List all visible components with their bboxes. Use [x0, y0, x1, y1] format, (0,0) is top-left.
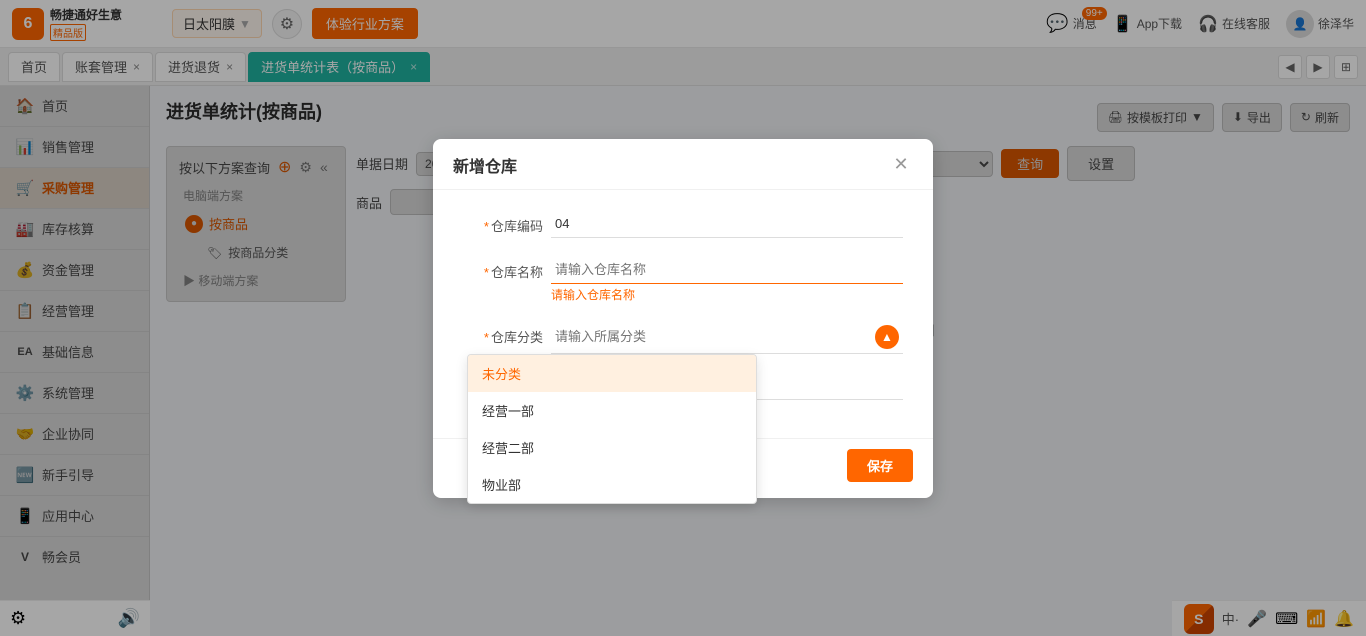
classify-input-row: ▲: [551, 321, 903, 354]
warehouse-name-error: 请输入仓库名称: [551, 286, 903, 303]
warehouse-name-row: 仓库名称 请输入仓库名称: [463, 256, 903, 303]
warehouse-classify-row: 仓库分类 ▲ 未分类 经营一部 经营二部 物业部: [463, 321, 903, 354]
classify-arrow-btn[interactable]: ▲: [875, 325, 899, 349]
warehouse-code-row: 仓库编码: [463, 210, 903, 238]
warehouse-name-field: 请输入仓库名称: [551, 256, 903, 303]
dropdown-item-3[interactable]: 物业部: [468, 466, 756, 503]
warehouse-code-input[interactable]: [551, 210, 903, 238]
warehouse-name-input[interactable]: [551, 256, 903, 284]
classify-dropdown: 未分类 经营一部 经营二部 物业部: [467, 354, 757, 504]
new-warehouse-modal: 新增仓库 ✕ 仓库编码 仓库名称 请输入仓库名称 仓库分类: [433, 139, 933, 498]
warehouse-name-label: 仓库名称: [463, 256, 543, 281]
classify-input[interactable]: [555, 327, 875, 346]
modal-title: 新增仓库: [453, 153, 517, 177]
save-button[interactable]: 保存: [847, 449, 913, 482]
modal-header: 新增仓库 ✕: [433, 139, 933, 190]
classify-wrapper: ▲ 未分类 经营一部 经营二部 物业部: [551, 321, 903, 354]
warehouse-classify-label: 仓库分类: [463, 321, 543, 346]
modal-close-btn[interactable]: ✕: [889, 153, 913, 177]
dropdown-item-0[interactable]: 未分类: [468, 355, 756, 392]
warehouse-code-label: 仓库编码: [463, 210, 543, 235]
dropdown-item-2[interactable]: 经营二部: [468, 429, 756, 466]
warehouse-code-field: [551, 210, 903, 238]
modal-body: 仓库编码 仓库名称 请输入仓库名称 仓库分类 ▲: [433, 190, 933, 438]
modal-overlay: 新增仓库 ✕ 仓库编码 仓库名称 请输入仓库名称 仓库分类: [0, 0, 1366, 636]
dropdown-item-1[interactable]: 经营一部: [468, 392, 756, 429]
